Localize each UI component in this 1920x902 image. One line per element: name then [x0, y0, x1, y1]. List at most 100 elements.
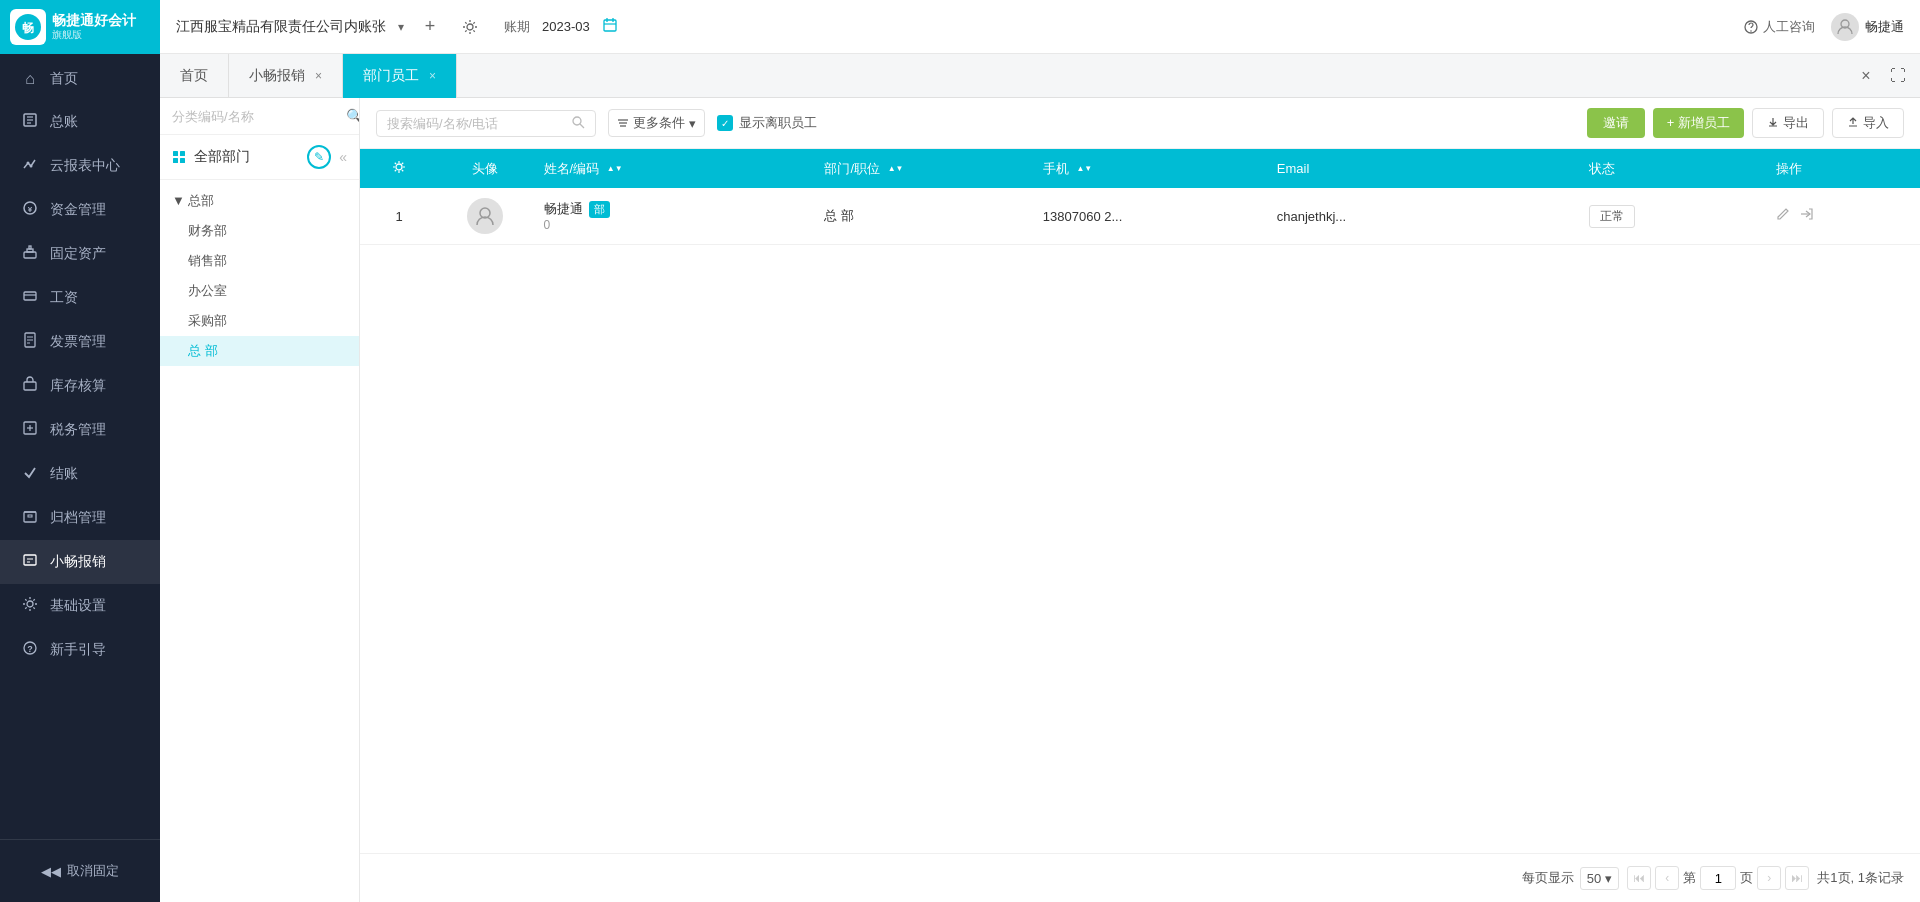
user-info[interactable]: 畅捷通 — [1831, 13, 1904, 41]
page-input[interactable] — [1700, 866, 1736, 890]
dept-item-root[interactable]: ▼ 总部 — [160, 186, 359, 216]
employee-code: 0 — [544, 218, 801, 232]
add-employee-button[interactable]: + 新增员工 — [1653, 108, 1744, 138]
user-name: 畅捷通 — [1865, 18, 1904, 36]
tab-xiaochang-close[interactable]: × — [315, 69, 322, 83]
dept-header: 全部部门 ✎ « — [160, 135, 359, 180]
sidebar-item-label: 归档管理 — [50, 509, 106, 527]
dept-search-icon[interactable]: 🔍 — [346, 108, 360, 124]
dept-item-office[interactable]: 办公室 — [160, 276, 359, 306]
dept-item-finance[interactable]: 财务部 — [160, 216, 359, 246]
tab-dept-employee[interactable]: 部门员工 × — [343, 54, 457, 98]
per-page-value: 50 — [1587, 871, 1601, 886]
invoice-icon — [20, 332, 40, 352]
dept-item-purchase[interactable]: 采购部 — [160, 306, 359, 336]
svg-point-28 — [27, 601, 33, 607]
col-ops-label: 操作 — [1776, 161, 1802, 176]
dept-item-sales[interactable]: 销售部 — [160, 246, 359, 276]
tab-home[interactable]: 首页 — [160, 54, 229, 98]
col-header-dept[interactable]: 部门/职位 ▲▼ — [812, 149, 1030, 188]
employee-name-badge: 畅捷通 部 — [544, 200, 610, 218]
dept-item-general[interactable]: 总 部 — [160, 336, 359, 366]
export-label: 导出 — [1783, 114, 1809, 132]
sidebar-item-home[interactable]: ⌂ 首页 — [0, 58, 160, 100]
page-next-button[interactable]: › — [1757, 866, 1781, 890]
col-header-name[interactable]: 姓名/编码 ▲▼ — [532, 149, 813, 188]
employee-search-input[interactable] — [387, 116, 565, 131]
sidebar-item-settings[interactable]: 基础设置 — [0, 584, 160, 628]
sidebar-item-general-ledger[interactable]: 总账 — [0, 100, 160, 144]
cell-no: 1 — [360, 188, 438, 245]
svg-text:?: ? — [27, 644, 33, 654]
sidebar-item-label: 工资 — [50, 289, 78, 307]
sidebar-item-invoice[interactable]: 发票管理 — [0, 320, 160, 364]
export-button[interactable]: 导出 — [1752, 108, 1824, 138]
sidebar-item-label: 基础设置 — [50, 597, 106, 615]
sidebar-item-guide[interactable]: ? 新手引导 — [0, 628, 160, 672]
topbar-settings-button[interactable] — [456, 13, 484, 41]
svg-rect-25 — [24, 555, 36, 565]
support-button[interactable]: 人工咨询 — [1743, 18, 1815, 36]
svg-rect-32 — [604, 20, 616, 31]
col-header-settings[interactable] — [360, 149, 438, 188]
sidebar-item-label: 新手引导 — [50, 641, 106, 659]
page-prev-button[interactable]: ‹ — [1655, 866, 1679, 890]
ops-icons — [1776, 207, 1908, 225]
dept-item-label: 采购部 — [188, 313, 227, 328]
filter-more-button[interactable]: 更多条件 ▾ — [608, 109, 705, 137]
dept-item-label: 办公室 — [188, 283, 227, 298]
company-dropdown-button[interactable]: ▾ — [398, 20, 404, 34]
dept-edit-button[interactable]: ✎ — [307, 145, 331, 169]
page-last-button[interactable]: ⏭ — [1785, 866, 1809, 890]
col-header-phone[interactable]: 手机 ▲▼ — [1031, 149, 1265, 188]
tab-dept-close[interactable]: × — [429, 69, 436, 83]
col-header-status: 状态 — [1577, 149, 1764, 188]
support-label: 人工咨询 — [1763, 18, 1815, 36]
tab-close-button[interactable]: × — [1852, 62, 1880, 90]
dept-item-label: 总部 — [188, 193, 214, 208]
edit-employee-button[interactable] — [1776, 207, 1790, 225]
content-area: 🔍 全部部门 ✎ « ▼ 总部 财务部 销 — [160, 98, 1920, 902]
tab-expand-button[interactable]: ⛶ — [1884, 62, 1912, 90]
archive-icon — [20, 508, 40, 528]
dept-item-label: 总 部 — [188, 343, 218, 358]
import-button[interactable]: 导入 — [1832, 108, 1904, 138]
cancel-fixed-button[interactable]: ◀◀ 取消固定 — [0, 852, 160, 890]
per-page-label: 每页显示 — [1522, 869, 1574, 887]
dept-search-input[interactable] — [172, 109, 340, 124]
svg-line-44 — [580, 124, 584, 128]
tab-xiaochang-expense[interactable]: 小畅报销 × — [229, 54, 343, 98]
sidebar-item-inventory[interactable]: 库存核算 — [0, 364, 160, 408]
sidebar-item-checkout[interactable]: 结账 — [0, 452, 160, 496]
page-first-button[interactable]: ⏮ — [1627, 866, 1651, 890]
tabs-bar: 首页 小畅报销 × 部门员工 × × ⛶ — [160, 54, 1920, 98]
sidebar-item-fixed-assets[interactable]: 固定资产 — [0, 232, 160, 276]
dept-item-label: 财务部 — [188, 223, 227, 238]
dept-collapse-button[interactable]: « — [339, 149, 347, 165]
invite-button[interactable]: 邀请 — [1587, 108, 1645, 138]
total-info: 共1页, 1条记录 — [1817, 869, 1904, 887]
sidebar-item-salary[interactable]: 工资 — [0, 276, 160, 320]
sidebar-item-archive[interactable]: 归档管理 — [0, 496, 160, 540]
cell-phone: 13807060 2... — [1031, 188, 1265, 245]
status-badge: 正常 — [1589, 205, 1635, 228]
page-suffix: 页 — [1740, 869, 1753, 887]
add-company-button[interactable]: + — [416, 13, 444, 41]
dept-panel: 🔍 全部部门 ✎ « ▼ 总部 财务部 销 — [160, 98, 360, 902]
filter-chevron-icon: ▾ — [689, 116, 696, 131]
employee-search-icon[interactable] — [571, 115, 585, 132]
show-resigned-checkbox[interactable]: ✓ 显示离职员工 — [717, 114, 817, 132]
svg-point-48 — [396, 164, 402, 170]
calendar-icon[interactable] — [602, 17, 618, 36]
sidebar-item-reports[interactable]: 云报表中心 — [0, 144, 160, 188]
main-area: 江西服宝精品有限责任公司内账张 ▾ + 账期 2023-03 人工咨询 畅捷通 — [160, 0, 1920, 902]
per-page-select[interactable]: 50 ▾ — [1580, 867, 1619, 890]
logout-employee-button[interactable] — [1800, 207, 1814, 225]
svg-rect-41 — [173, 158, 178, 163]
sidebar-item-capital[interactable]: ¥ 资金管理 — [0, 188, 160, 232]
sidebar-item-xiaochang[interactable]: 小畅报销 — [0, 540, 160, 584]
sidebar-bottom: ◀◀ 取消固定 — [0, 839, 160, 902]
sidebar-item-tax[interactable]: 税务管理 — [0, 408, 160, 452]
salary-icon — [20, 288, 40, 308]
action-buttons: 邀请 + 新增员工 导出 导入 — [1587, 108, 1904, 138]
